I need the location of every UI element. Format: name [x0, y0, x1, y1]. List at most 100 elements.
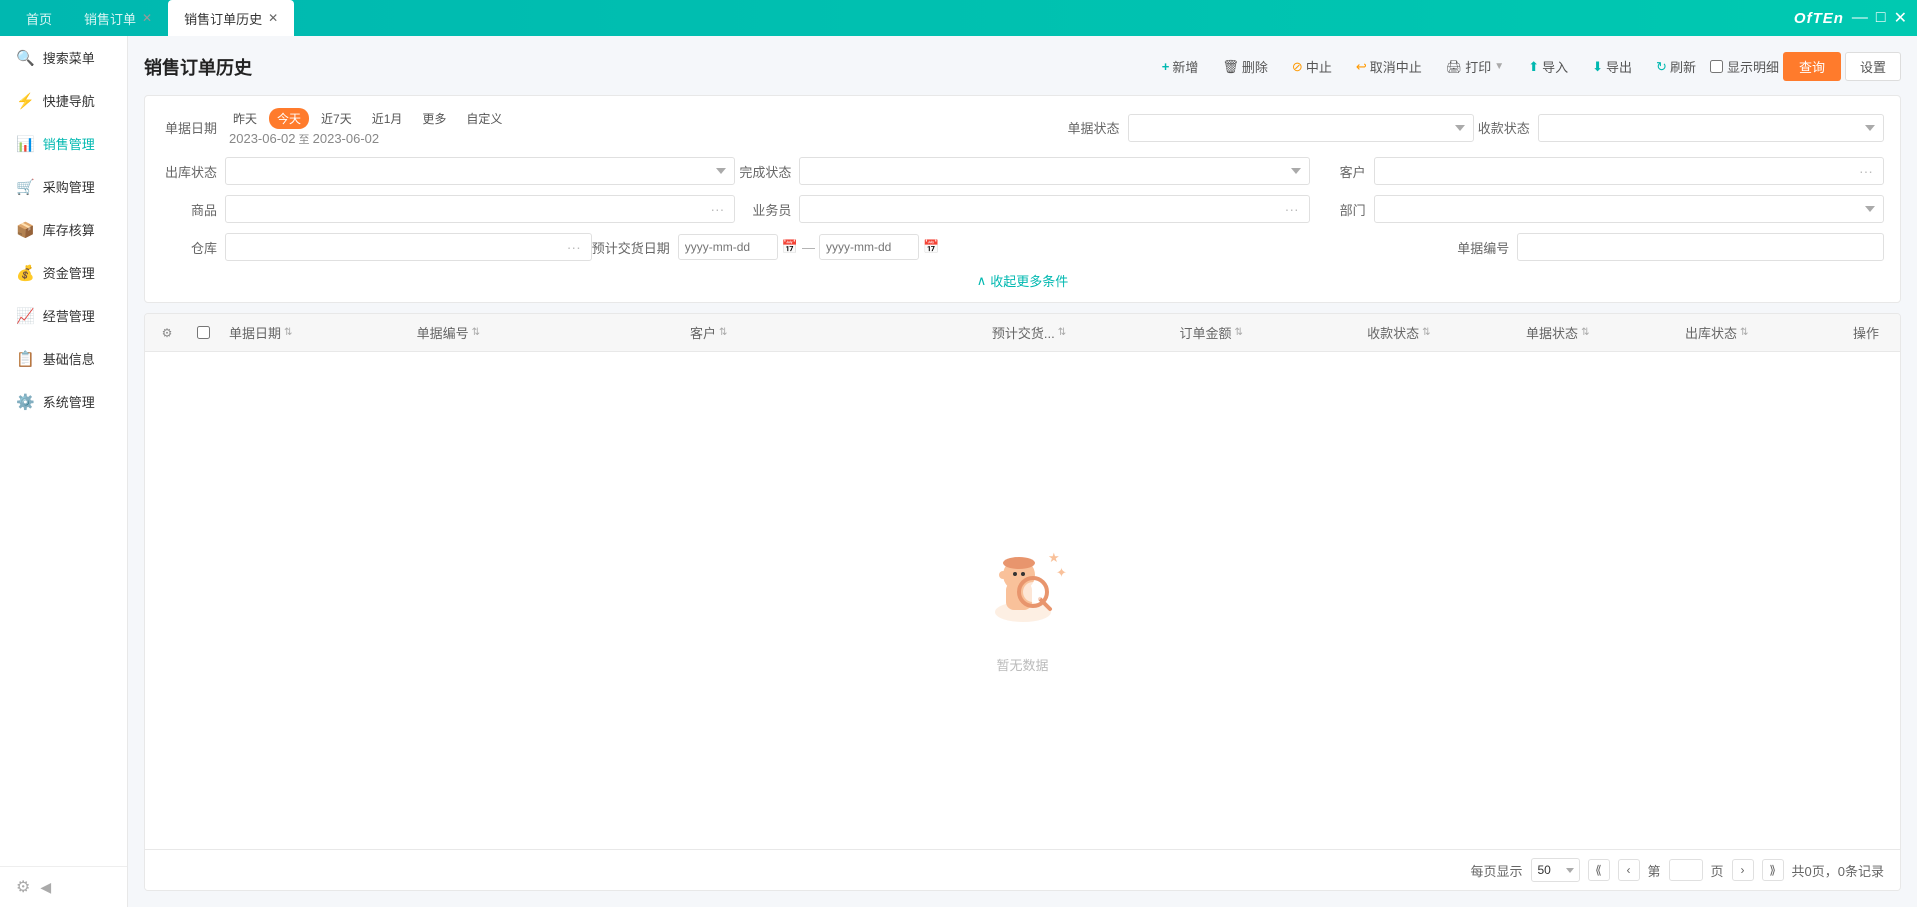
calendar-end-icon[interactable]: 📅 — [923, 239, 939, 255]
th-delivery-sort-icon: ⇅ — [1058, 327, 1066, 338]
top-right: OfTEn — □ ✕ — [1794, 8, 1907, 28]
show-detail-checkbox[interactable] — [1710, 60, 1723, 73]
date-custom[interactable]: 自定义 — [458, 108, 510, 129]
warehouse-status-select[interactable] — [225, 157, 735, 185]
settings-button[interactable]: 设置 — [1845, 52, 1901, 81]
filter-row-4: 仓库 ··· 预计交货日期 📅 — 📅 — [161, 233, 1884, 261]
date-7days[interactable]: 近7天 — [313, 108, 360, 129]
warehouse-label: 仓库 — [161, 238, 225, 257]
prev-page-button[interactable]: ‹ — [1618, 859, 1640, 881]
sidebar-item-system[interactable]: ⚙️ 系统管理 — [0, 380, 127, 423]
bill-no-label: 单据编号 — [1453, 238, 1517, 257]
sidebar-item-purchase-label: 采购管理 — [43, 177, 95, 196]
th-status[interactable]: 单据状态 ⇅ — [1518, 323, 1677, 342]
refresh-label: 刷新 — [1670, 57, 1696, 76]
date-filter: 单据日期 昨天 今天 近7天 近1月 更多 自定义 2023-06-02 至 2… — [161, 108, 1064, 147]
department-select[interactable] — [1374, 195, 1884, 223]
search-icon: 🔍 — [16, 49, 35, 67]
th-warehouse[interactable]: 出库状态 ⇅ — [1677, 323, 1836, 342]
sidebar-item-sales[interactable]: 📊 销售管理 — [0, 122, 127, 165]
complete-status-select[interactable] — [799, 157, 1309, 185]
refresh-icon: ↻ — [1656, 59, 1667, 75]
window-close[interactable]: ✕ — [1894, 8, 1907, 28]
print-icon: 🖨 — [1446, 59, 1463, 75]
show-detail-label: 显示明细 — [1727, 57, 1779, 76]
th-checkbox[interactable] — [185, 326, 221, 339]
query-button[interactable]: 查询 — [1783, 52, 1841, 81]
window-maximize[interactable]: □ — [1876, 9, 1886, 27]
calendar-start-icon[interactable]: 📅 — [782, 239, 798, 255]
delete-icon: 🗑 — [1222, 59, 1239, 75]
date-1month[interactable]: 近1月 — [364, 108, 411, 129]
next-page-button[interactable]: › — [1732, 859, 1754, 881]
sidebar-item-operations[interactable]: 📈 经营管理 — [0, 294, 127, 337]
warehouse-dots-button[interactable]: ··· — [563, 239, 585, 255]
th-customer[interactable]: 客户 ⇅ — [682, 323, 984, 342]
date-yesterday[interactable]: 昨天 — [225, 108, 265, 129]
th-no[interactable]: 单据编号 ⇅ — [409, 323, 682, 342]
th-date[interactable]: 单据日期 ⇅ — [221, 323, 409, 342]
th-customer-sort-icon: ⇅ — [719, 327, 727, 338]
sidebar-collapse-icon[interactable]: ◀ — [40, 879, 51, 896]
stop-button[interactable]: ⊘ 中止 — [1282, 53, 1342, 80]
stop-icon: ⊘ — [1292, 59, 1303, 75]
sidebar-item-finance[interactable]: 💰 资金管理 — [0, 251, 127, 294]
sidebar-item-inventory[interactable]: 📦 库存核算 — [0, 208, 127, 251]
page-label: 第 — [1648, 861, 1661, 880]
delivery-date-label: 预计交货日期 — [592, 238, 678, 257]
goods-dots-button[interactable]: ··· — [706, 201, 728, 217]
tab-sales-order-close[interactable]: ✕ — [142, 11, 152, 25]
receipt-status-select[interactable] — [1538, 114, 1884, 142]
import-button[interactable]: ⬆ 导入 — [1518, 53, 1578, 80]
tab-sales-order-history-close[interactable]: ✕ — [268, 11, 278, 25]
th-customer-label: 客户 — [690, 323, 716, 342]
tab-sales-order-label: 销售订单 — [84, 9, 136, 28]
th-delivery[interactable]: 预计交货... ⇅ — [984, 323, 1172, 342]
tab-sales-order-history[interactable]: 销售订单历史 ✕ — [168, 0, 294, 36]
table-header: ⚙ 单据日期 ⇅ 单据编号 ⇅ 客户 ⇅ 预计交货... — [145, 314, 1900, 352]
bill-status-select[interactable] — [1128, 114, 1474, 142]
export-button[interactable]: ⬇ 导出 — [1582, 53, 1642, 80]
select-all-checkbox[interactable] — [197, 326, 210, 339]
sidebar-item-purchase[interactable]: 🛒 采购管理 — [0, 165, 127, 208]
cancel-stop-button[interactable]: ↩ 取消中止 — [1346, 53, 1432, 80]
sidebar-item-quick-nav[interactable]: ⚡ 快捷导航 — [0, 79, 127, 122]
sidebar-item-operations-label: 经营管理 — [43, 306, 95, 325]
page-size-select[interactable]: 50 10 20 100 — [1531, 858, 1580, 882]
sidebar-item-search[interactable]: 🔍 搜索菜单 — [0, 36, 127, 79]
sidebar-settings-icon[interactable]: ⚙ — [16, 877, 30, 897]
add-button[interactable]: + 新增 — [1152, 53, 1209, 80]
sidebar-item-search-label: 搜索菜单 — [43, 48, 95, 67]
tab-sales-order[interactable]: 销售订单 ✕ — [68, 0, 168, 36]
last-page-button[interactable]: ⟫ — [1762, 859, 1784, 881]
inventory-icon: 📦 — [16, 221, 35, 239]
window-minimize[interactable]: — — [1852, 9, 1868, 27]
date-label: 单据日期 — [161, 118, 225, 137]
delivery-end-input[interactable] — [819, 234, 919, 260]
tab-home[interactable]: 首页 — [10, 0, 68, 36]
salesperson-dots-button[interactable]: ··· — [1281, 201, 1303, 217]
empty-illustration: ★ ✦ — [968, 527, 1078, 637]
bill-no-input[interactable] — [1517, 233, 1884, 261]
th-receipt[interactable]: 收款状态 ⇅ — [1359, 323, 1518, 342]
customer-dots-button[interactable]: ··· — [1855, 163, 1877, 179]
delete-label: 删除 — [1242, 57, 1268, 76]
first-page-button[interactable]: ⟪ — [1588, 859, 1610, 881]
th-amount[interactable]: 订单金额 ⇅ — [1171, 323, 1359, 342]
delete-button[interactable]: 🗑 删除 — [1212, 53, 1278, 80]
print-label: 打印 — [1465, 57, 1491, 76]
date-today[interactable]: 今天 — [269, 108, 309, 129]
date-range-display: 2023-06-02 至 2023-06-02 — [225, 131, 510, 147]
page-header: 销售订单历史 + 新增 🗑 删除 ⊘ 中止 ↩ 取消中止 — [144, 52, 1901, 81]
delivery-start-input[interactable] — [678, 234, 778, 260]
th-settings[interactable]: ⚙ — [149, 326, 185, 340]
page-title: 销售订单历史 — [144, 54, 252, 80]
refresh-button[interactable]: ↻ 刷新 — [1646, 53, 1706, 80]
date-more[interactable]: 更多 — [414, 108, 454, 129]
collapse-row[interactable]: ∧ 收起更多条件 — [161, 271, 1884, 290]
tab-sales-order-history-label: 销售订单历史 — [184, 9, 262, 28]
sidebar-item-basic-info[interactable]: 📋 基础信息 — [0, 337, 127, 380]
print-button[interactable]: 🖨 打印 ▼ — [1436, 53, 1514, 80]
page-input[interactable]: 1 — [1669, 859, 1703, 881]
stop-label: 中止 — [1306, 57, 1332, 76]
